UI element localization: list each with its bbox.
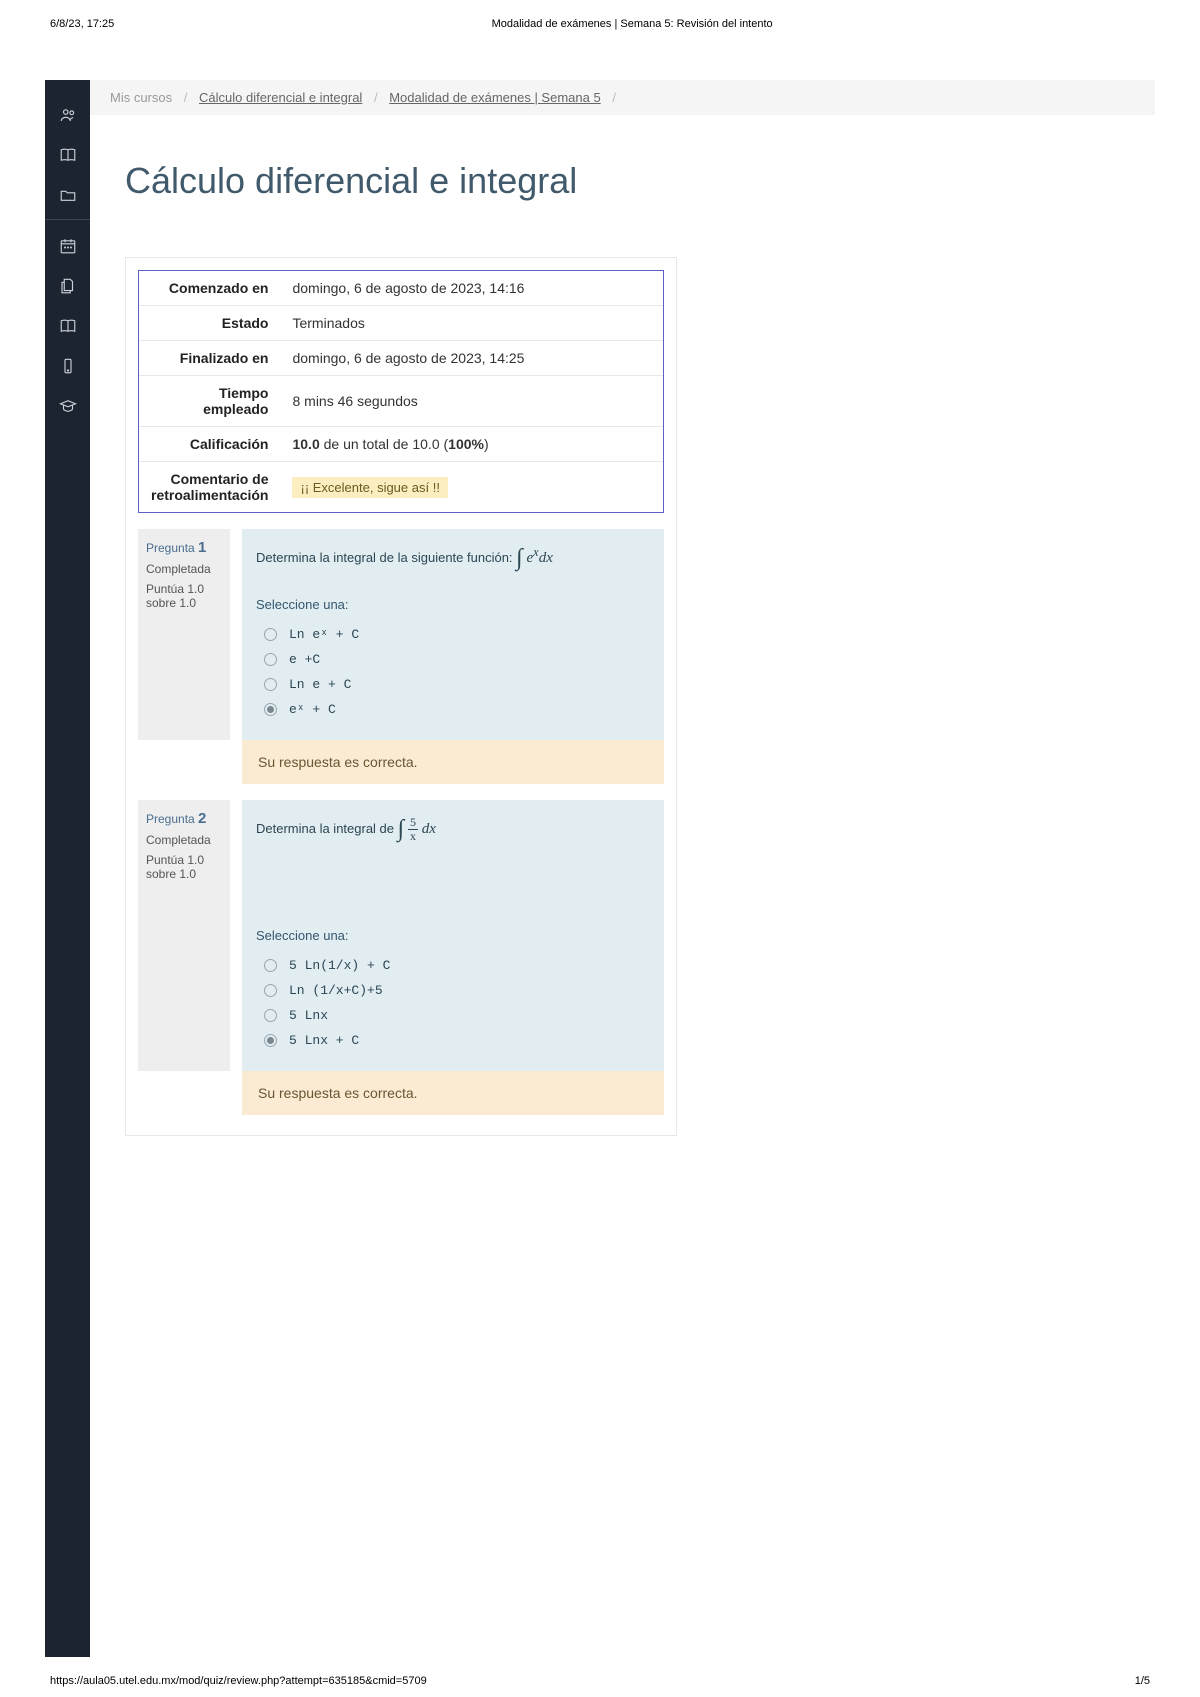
breadcrumb-mycourses[interactable]: Mis cursos [110, 90, 172, 105]
summary-row-state: Estado Terminados [139, 306, 663, 341]
option[interactable]: 5 Ln(1/x) + C [256, 953, 650, 978]
phone-icon[interactable] [45, 346, 90, 386]
question-2: Pregunta 2 Completada Puntúa 1.0 sobre 1… [126, 800, 676, 1071]
radio-icon [264, 984, 277, 997]
calendar-icon[interactable] [45, 226, 90, 266]
breadcrumb-course[interactable]: Cálculo diferencial e integral [199, 90, 362, 105]
question-prompt: Determina la integral de ∫ 5x dx [256, 816, 650, 843]
summary-row-completed: Finalizado en domingo, 6 de agosto de 20… [139, 341, 663, 376]
radio-icon-selected [264, 1034, 277, 1047]
graduation-icon[interactable] [45, 386, 90, 426]
options-list: Ln eˣ + C e +C Ln e + C eˣ + C [256, 622, 650, 722]
grade-value: 10.0 de un total de 10.0 (100%) [280, 427, 663, 462]
files-icon[interactable] [45, 266, 90, 306]
options-list: 5 Ln(1/x) + C Ln (1/x+C)+5 5 Lnx 5 Lnx +… [256, 953, 650, 1053]
users-icon[interactable] [45, 95, 90, 135]
summary-row-grade: Calificación 10.0 de un total de 10.0 (1… [139, 427, 663, 462]
print-page: 1/5 [1135, 1675, 1150, 1687]
book-icon[interactable] [45, 135, 90, 175]
print-timestamp: 6/8/23, 17:25 [50, 18, 114, 30]
book2-icon[interactable] [45, 306, 90, 346]
summary-row-time: Tiempo empleado 8 mins 46 segundos [139, 376, 663, 427]
question-info: Pregunta 2 Completada Puntúa 1.0 sobre 1… [138, 800, 230, 1071]
folder-icon[interactable] [45, 175, 90, 215]
print-header: 6/8/23, 17:25 Modalidad de exámenes | Se… [0, 18, 1200, 30]
quiz-review-box: Comenzado en domingo, 6 de agosto de 202… [125, 257, 677, 1136]
breadcrumb-activity[interactable]: Modalidad de exámenes | Semana 5 [389, 90, 601, 105]
radio-icon [264, 1009, 277, 1022]
sidebar-separator [45, 219, 90, 220]
question-feedback: Su respuesta es correcta. [242, 740, 664, 784]
option[interactable]: 5 Lnx [256, 1003, 650, 1028]
question-info: Pregunta 1 Completada Puntúa 1.0 sobre 1… [138, 529, 230, 740]
page-title: Cálculo diferencial e integral [125, 160, 1155, 202]
radio-icon [264, 628, 277, 641]
option[interactable]: Ln e + C [256, 672, 650, 697]
summary-row-started: Comenzado en domingo, 6 de agosto de 202… [139, 271, 663, 306]
question-body: Determina la integral de ∫ 5x dx Selecci… [242, 800, 664, 1071]
option[interactable]: Ln eˣ + C [256, 622, 650, 647]
radio-icon [264, 959, 277, 972]
option-selected[interactable]: eˣ + C [256, 697, 650, 722]
attempt-summary: Comenzado en domingo, 6 de agosto de 202… [138, 270, 664, 513]
option-selected[interactable]: 5 Lnx + C [256, 1028, 650, 1053]
feedback-badge: ¡¡ Excelente, sigue así !! [292, 477, 447, 498]
radio-icon [264, 678, 277, 691]
summary-row-feedback: Comentario de retroalimentación ¡¡ Excel… [139, 462, 663, 513]
radio-icon [264, 653, 277, 666]
print-footer: https://aula05.utel.edu.mx/mod/quiz/revi… [0, 1675, 1200, 1687]
option[interactable]: e +C [256, 647, 650, 672]
print-url: https://aula05.utel.edu.mx/mod/quiz/revi… [50, 1675, 427, 1687]
option[interactable]: Ln (1/x+C)+5 [256, 978, 650, 1003]
sidebar [45, 80, 90, 1657]
radio-icon-selected [264, 703, 277, 716]
print-title: Modalidad de exámenes | Semana 5: Revisi… [50, 18, 1150, 30]
question-feedback: Su respuesta es correcta. [242, 1071, 664, 1115]
breadcrumb: Mis cursos / Cálculo diferencial e integ… [90, 80, 1155, 115]
question-1: Pregunta 1 Completada Puntúa 1.0 sobre 1… [126, 529, 676, 740]
question-body: Determina la integral de la siguiente fu… [242, 529, 664, 740]
question-prompt: Determina la integral de la siguiente fu… [256, 545, 650, 572]
